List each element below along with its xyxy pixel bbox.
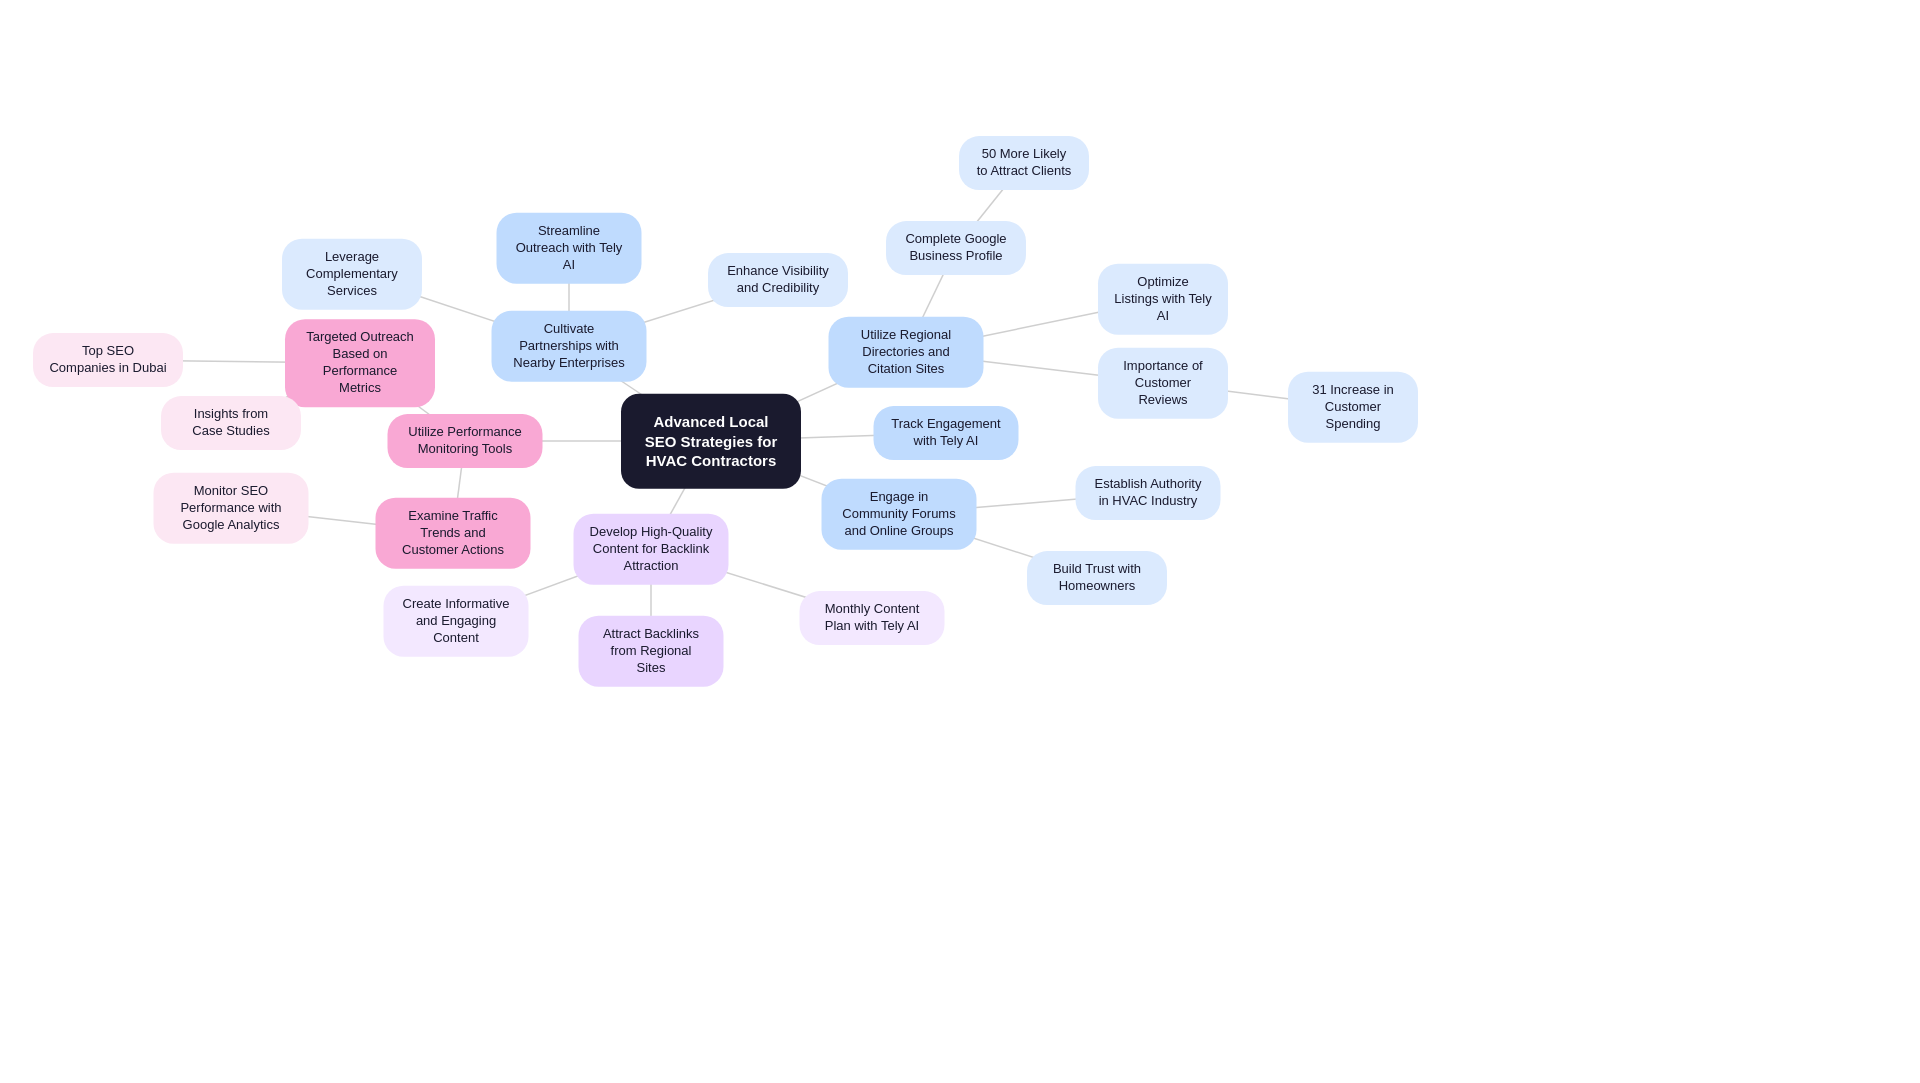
node-monthly-content[interactable]: Monthly Content Plan with Tely AI	[800, 591, 945, 645]
node-utilize-performance[interactable]: Utilize Performance Monitoring Tools	[388, 414, 543, 468]
node-develop-content[interactable]: Develop High-Quality Content for Backlin…	[574, 514, 729, 585]
node-leverage[interactable]: Leverage Complementary Services	[282, 239, 422, 310]
node-enhance-visibility[interactable]: Enhance Visibility and Credibility	[708, 253, 848, 307]
node-engage-community[interactable]: Engage in Community Forums and Online Gr…	[822, 479, 977, 550]
node-monitor-seo[interactable]: Monitor SEO Performance with Google Anal…	[154, 473, 309, 544]
node-examine-traffic[interactable]: Examine Traffic Trends and Customer Acti…	[376, 498, 531, 569]
node-complete-google[interactable]: Complete Google Business Profile	[886, 221, 1026, 275]
mindmap-container: Advanced Local SEO Strategies for HVAC C…	[0, 0, 1920, 1083]
node-importance-reviews[interactable]: Importance of Customer Reviews	[1098, 348, 1228, 419]
node-attract-backlinks[interactable]: Attract Backlinks from Regional Sites	[579, 616, 724, 687]
node-build-trust[interactable]: Build Trust with Homeowners	[1027, 551, 1167, 605]
node-center[interactable]: Advanced Local SEO Strategies for HVAC C…	[621, 394, 801, 489]
node-create-informative[interactable]: Create Informative and Engaging Content	[384, 586, 529, 657]
node-utilize-regional[interactable]: Utilize Regional Directories and Citatio…	[829, 317, 984, 388]
node-targeted-outreach[interactable]: Targeted Outreach Based on Performance M…	[285, 319, 435, 407]
node-streamline[interactable]: Streamline Outreach with Tely AI	[497, 213, 642, 284]
node-optimize-listings[interactable]: Optimize Listings with Tely AI	[1098, 264, 1228, 335]
node-track-engagement[interactable]: Track Engagement with Tely AI	[874, 406, 1019, 460]
node-top-seo[interactable]: Top SEO Companies in Dubai	[33, 333, 183, 387]
node-insights-case[interactable]: Insights from Case Studies	[161, 396, 301, 450]
node-cultivate[interactable]: Cultivate Partnerships with Nearby Enter…	[492, 311, 647, 382]
node-establish-authority[interactable]: Establish Authority in HVAC Industry	[1076, 466, 1221, 520]
node-50-likely[interactable]: 50 More Likely to Attract Clients	[959, 136, 1089, 190]
node-31-increase[interactable]: 31 Increase in Customer Spending	[1288, 372, 1418, 443]
